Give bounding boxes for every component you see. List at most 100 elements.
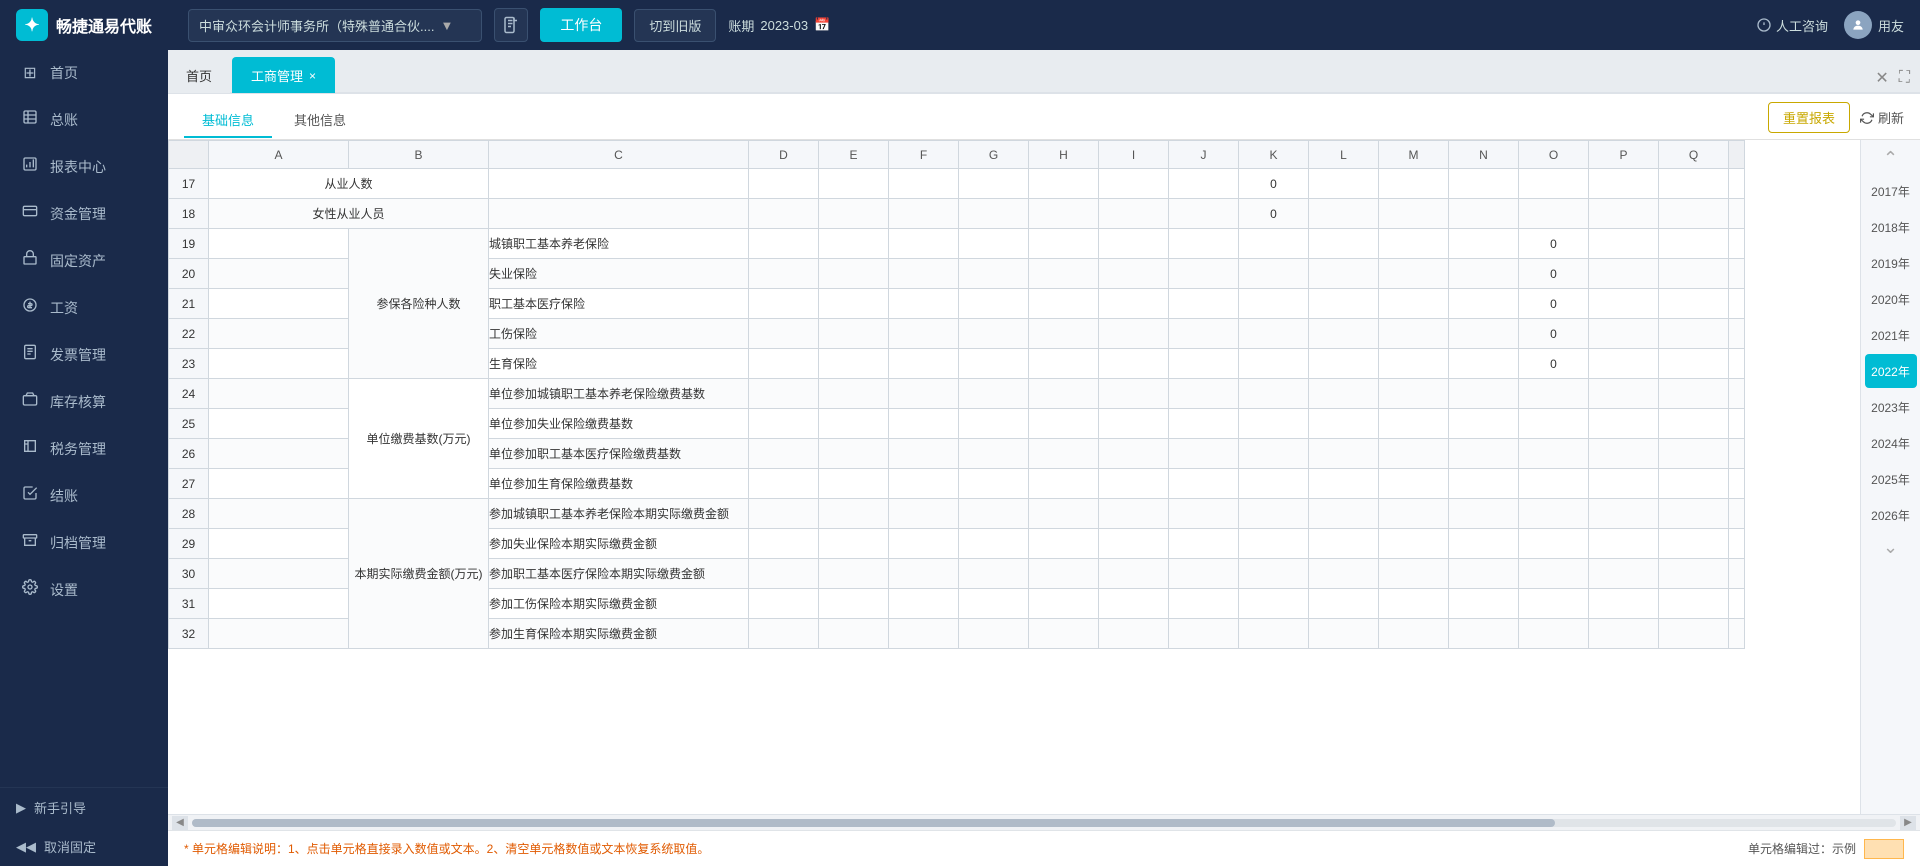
cell-26-m[interactable] xyxy=(1379,439,1449,469)
cell-24-e[interactable] xyxy=(819,379,889,409)
cell-29-e[interactable] xyxy=(819,529,889,559)
cell-19-o[interactable]: 0 xyxy=(1519,229,1589,259)
cell-32-e[interactable] xyxy=(819,619,889,649)
cell-28-b-merged[interactable]: 本期实际缴费金额(万元) xyxy=(349,499,489,649)
cell-28-h[interactable] xyxy=(1029,499,1099,529)
cell-25-c[interactable]: 单位参加失业保险缴费基数 xyxy=(489,409,749,439)
cell-22-e[interactable] xyxy=(819,319,889,349)
tab-close-icon[interactable]: × xyxy=(309,69,316,83)
cell-27-m[interactable] xyxy=(1379,469,1449,499)
cell-18-l[interactable] xyxy=(1309,199,1379,229)
cell-20-q[interactable] xyxy=(1659,259,1729,289)
cell-23-a[interactable] xyxy=(209,349,349,379)
cell-30-o[interactable] xyxy=(1519,559,1589,589)
cell-31-h[interactable] xyxy=(1029,589,1099,619)
cell-30-i[interactable] xyxy=(1099,559,1169,589)
cell-22-c[interactable]: 工伤保险 xyxy=(489,319,749,349)
cell-29-p[interactable] xyxy=(1589,529,1659,559)
cell-32-k[interactable] xyxy=(1239,619,1309,649)
cell-19-q[interactable] xyxy=(1659,229,1729,259)
cell-22-n[interactable] xyxy=(1449,319,1519,349)
cell-18-g[interactable] xyxy=(959,199,1029,229)
calendar-icon[interactable]: 📅 xyxy=(814,17,830,33)
cell-19-d[interactable] xyxy=(749,229,819,259)
cell-19-l[interactable] xyxy=(1309,229,1379,259)
cell-22-p[interactable] xyxy=(1589,319,1659,349)
cell-24-b-merged[interactable]: 单位缴费基数(万元) xyxy=(349,379,489,499)
cell-21-o[interactable]: 0 xyxy=(1519,289,1589,319)
cell-25-d[interactable] xyxy=(749,409,819,439)
subtab-other[interactable]: 其他信息 xyxy=(276,103,364,138)
cell-29-f[interactable] xyxy=(889,529,959,559)
cell-27-p[interactable] xyxy=(1589,469,1659,499)
cell-26-i[interactable] xyxy=(1099,439,1169,469)
cell-27-j[interactable] xyxy=(1169,469,1239,499)
cell-17-j[interactable] xyxy=(1169,169,1239,199)
cell-22-l[interactable] xyxy=(1309,319,1379,349)
cell-26-f[interactable] xyxy=(889,439,959,469)
cell-21-d[interactable] xyxy=(749,289,819,319)
cell-20-g[interactable] xyxy=(959,259,1029,289)
sidebar-item-report[interactable]: 报表中心 xyxy=(0,143,168,190)
cell-22-h[interactable] xyxy=(1029,319,1099,349)
cell-23-q[interactable] xyxy=(1659,349,1729,379)
cell-18-k[interactable]: 0 xyxy=(1239,199,1309,229)
sheet-scroll-area[interactable]: A B C D E F G H I J K L M xyxy=(168,140,1860,814)
cell-28-g[interactable] xyxy=(959,499,1029,529)
cell-30-h[interactable] xyxy=(1029,559,1099,589)
cell-27-n[interactable] xyxy=(1449,469,1519,499)
cell-23-o[interactable]: 0 xyxy=(1519,349,1589,379)
cell-28-a[interactable] xyxy=(209,499,349,529)
cell-20-j[interactable] xyxy=(1169,259,1239,289)
cell-24-o[interactable] xyxy=(1519,379,1589,409)
cell-18-p[interactable] xyxy=(1589,199,1659,229)
cell-17-o[interactable] xyxy=(1519,169,1589,199)
cell-29-m[interactable] xyxy=(1379,529,1449,559)
cell-31-n[interactable] xyxy=(1449,589,1519,619)
year-scroll-up-icon[interactable]: ⌃ xyxy=(1879,144,1902,173)
cell-24-k[interactable] xyxy=(1239,379,1309,409)
cell-20-d[interactable] xyxy=(749,259,819,289)
cell-25-i[interactable] xyxy=(1099,409,1169,439)
year-item-2024[interactable]: 2024年 xyxy=(1865,426,1917,460)
cell-18-m[interactable] xyxy=(1379,199,1449,229)
cell-28-p[interactable] xyxy=(1589,499,1659,529)
sidebar-item-ledger[interactable]: 总账 xyxy=(0,96,168,143)
cell-30-c[interactable]: 参加职工基本医疗保险本期实际缴费金额 xyxy=(489,559,749,589)
cell-18-ab[interactable]: 女性从业人员 xyxy=(209,199,489,229)
year-item-2022[interactable]: 2022年 xyxy=(1865,354,1917,388)
year-item-2023[interactable]: 2023年 xyxy=(1865,390,1917,424)
cell-28-d[interactable] xyxy=(749,499,819,529)
cell-24-j[interactable] xyxy=(1169,379,1239,409)
sidebar-item-salary[interactable]: 工资 xyxy=(0,284,168,331)
cell-19-n[interactable] xyxy=(1449,229,1519,259)
document-icon-button[interactable] xyxy=(494,8,528,42)
cell-32-h[interactable] xyxy=(1029,619,1099,649)
cell-26-k[interactable] xyxy=(1239,439,1309,469)
year-item-2026[interactable]: 2026年 xyxy=(1865,498,1917,532)
cell-22-j[interactable] xyxy=(1169,319,1239,349)
cell-30-n[interactable] xyxy=(1449,559,1519,589)
cell-29-l[interactable] xyxy=(1309,529,1379,559)
cell-17-d[interactable] xyxy=(749,169,819,199)
cell-21-k[interactable] xyxy=(1239,289,1309,319)
cell-20-l[interactable] xyxy=(1309,259,1379,289)
scroll-left-button[interactable]: ◀ xyxy=(172,816,188,830)
cell-22-k[interactable] xyxy=(1239,319,1309,349)
cell-17-e[interactable] xyxy=(819,169,889,199)
cell-27-k[interactable] xyxy=(1239,469,1309,499)
year-item-2019[interactable]: 2019年 xyxy=(1865,246,1917,280)
cell-31-d[interactable] xyxy=(749,589,819,619)
cell-24-p[interactable] xyxy=(1589,379,1659,409)
cell-32-c[interactable]: 参加生育保险本期实际缴费金额 xyxy=(489,619,749,649)
cell-27-d[interactable] xyxy=(749,469,819,499)
cell-29-g[interactable] xyxy=(959,529,1029,559)
tab-business[interactable]: 工商管理 × xyxy=(232,57,335,93)
cell-26-q[interactable] xyxy=(1659,439,1729,469)
cell-24-c[interactable]: 单位参加城镇职工基本养老保险缴费基数 xyxy=(489,379,749,409)
cell-29-n[interactable] xyxy=(1449,529,1519,559)
cell-28-e[interactable] xyxy=(819,499,889,529)
year-item-2020[interactable]: 2020年 xyxy=(1865,282,1917,316)
cell-20-k[interactable] xyxy=(1239,259,1309,289)
company-selector[interactable]: 中审众环会计师事务所（特殊普通合伙.... ▼ xyxy=(188,9,482,42)
